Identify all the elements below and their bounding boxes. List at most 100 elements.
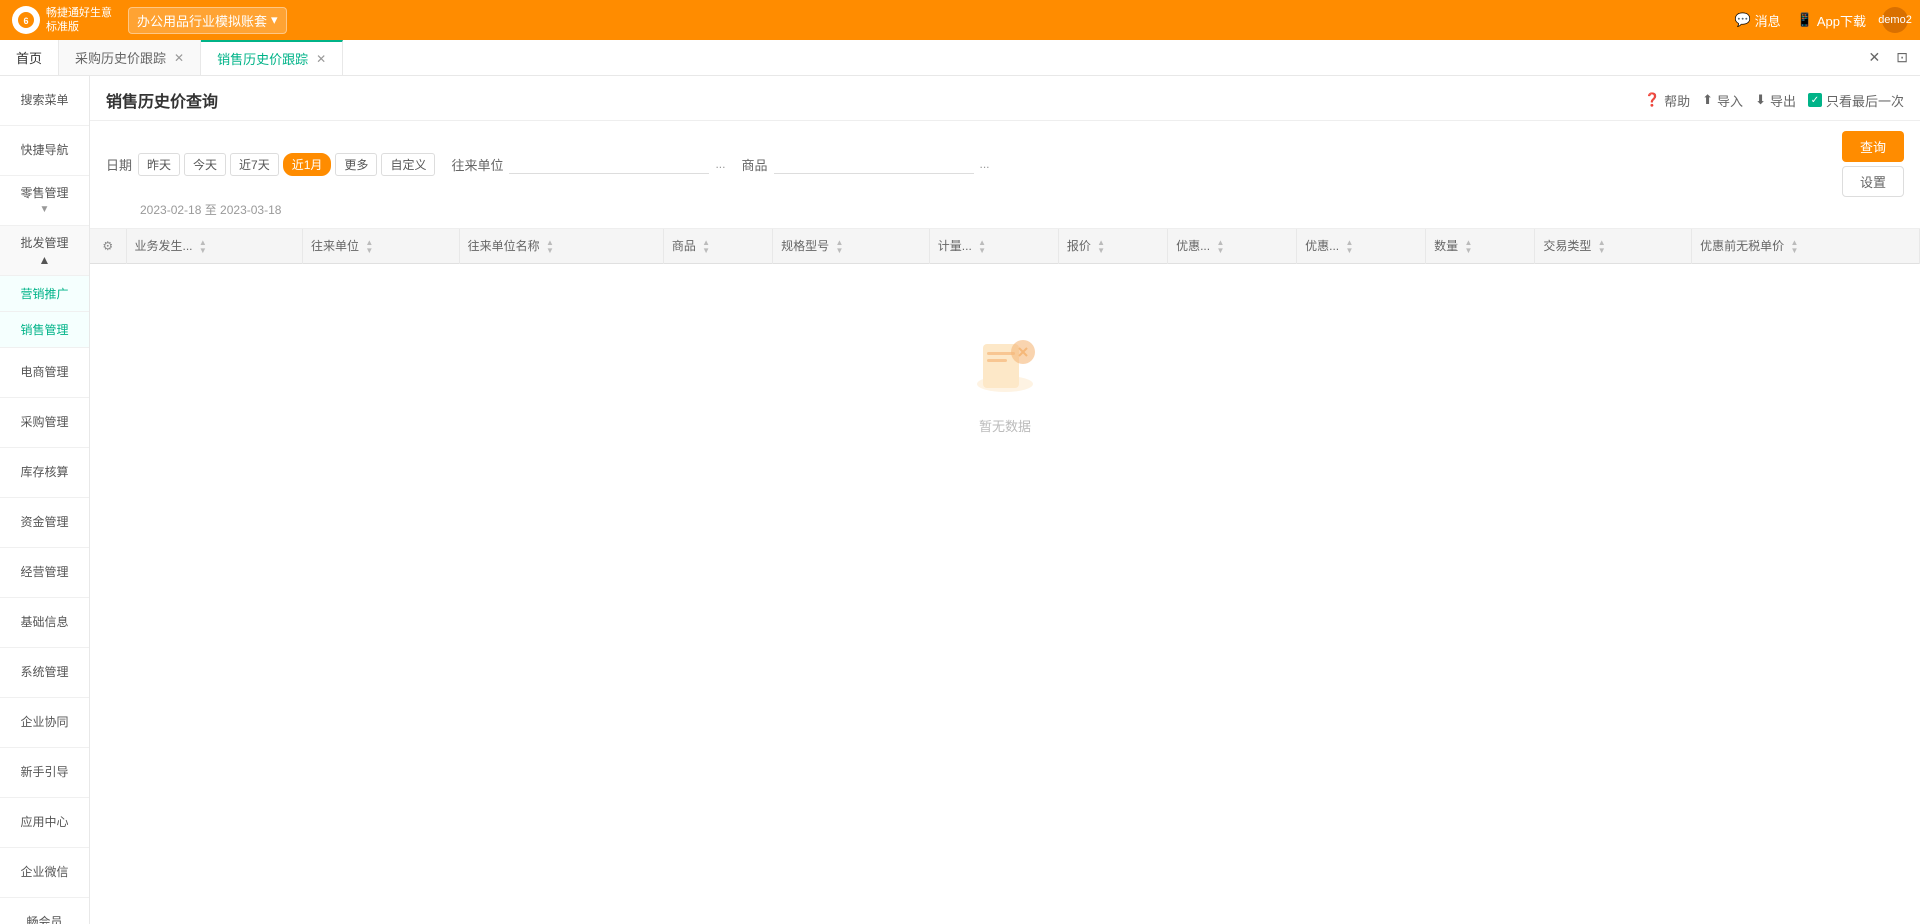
sort-arrows-quote[interactable]: ▲▼ [1097,239,1105,255]
empty-state: 暂无数据 [90,264,1920,495]
table-wrapper: ⚙ 业务发生... ▲▼ 往来单位 ▲▼ 往来单位名称 [90,229,1920,924]
sidebar-item-purchase-mgmt[interactable]: 采购管理 [0,398,89,448]
goods-dots: ... [980,157,990,171]
sidebar-item-sales-mgmt[interactable]: 销售管理 [0,312,89,348]
settings-btn[interactable]: 设置 [1842,166,1904,197]
date-btn-1month[interactable]: 近1月 [283,153,332,176]
th-discount2: 优惠... ▲▼ [1297,229,1426,263]
date-range-text: 2023-02-18 至 2023-03-18 [140,203,281,217]
help-icon: ❓ [1644,92,1660,108]
avatar: demo2 [1882,7,1908,33]
chevron-up-icon: ▲ [39,253,51,267]
sort-arrows-pre-tax-price[interactable]: ▲▼ [1790,239,1798,255]
sort-arrows-spec[interactable]: ▲▼ [835,239,843,255]
sidebar-item-search-menu[interactable]: 搜索菜单 [0,76,89,126]
sidebar-item-app-center[interactable]: 应用中心 [0,798,89,848]
sidebar-item-enterprise-collab[interactable]: 企业协同 [0,698,89,748]
app-dropdown[interactable]: 办公用品行业模拟账套 ▾ [128,7,287,34]
checkbox-icon: ✓ [1808,93,1822,107]
sort-arrows-quantity[interactable]: ▲▼ [1465,239,1473,255]
date-btn-more[interactable]: 更多 [335,153,377,176]
date-buttons: 昨天 今天 近7天 近1月 更多 自定义 [138,153,435,176]
sort-arrows-partner-code[interactable]: ▲▼ [365,239,373,255]
partner-dots: ... [715,157,725,171]
date-btn-yesterday[interactable]: 昨天 [138,153,180,176]
sidebar-item-system-mgmt[interactable]: 系统管理 [0,648,89,698]
only-last-checkbox[interactable]: ✓ 只看最后一次 [1808,91,1904,110]
tab-home[interactable]: 首页 [0,40,59,75]
logo-icon: 6 [12,6,40,34]
empty-text: 暂无数据 [979,416,1031,435]
app-download-btn[interactable]: 📱 App下载 [1797,11,1866,30]
goods-input[interactable] [774,154,974,174]
empty-icon [965,324,1045,404]
date-filter-group: 日期 昨天 今天 近7天 近1月 更多 自定义 [106,153,435,176]
sort-arrows-unit[interactable]: ▲▼ [978,239,986,255]
sort-arrows-discount1[interactable]: ▲▼ [1216,239,1224,255]
sort-arrows-partner-name[interactable]: ▲▼ [546,239,554,255]
action-buttons: 查询 设置 [1842,131,1904,197]
import-icon: ⬆ [1702,92,1713,108]
query-btn[interactable]: 查询 [1842,131,1904,162]
sidebar-item-quick-nav[interactable]: 快捷导航 [0,126,89,176]
header-right: 💬 消息 📱 App下载 demo2 [1734,7,1908,33]
date-btn-custom[interactable]: 自定义 [381,153,435,176]
partner-input[interactable] [509,154,709,174]
sidebar-item-ecommerce-mgmt[interactable]: 电商管理 [0,348,89,398]
sidebar-item-wholesale-mgmt[interactable]: 批发管理 ▲ [0,226,89,276]
logo-area: 6 畅捷通好生意 标准版 [12,6,112,35]
tab-bar: 首页 采购历史价跟踪 ✕ 销售历史价跟踪 ✕ ✕ ⊡ [0,40,1920,76]
sidebar-item-enterprise-wechat[interactable]: 企业微信 [0,848,89,898]
table-settings-icon[interactable]: ⚙ [102,239,113,253]
help-btn[interactable]: ❓ 帮助 [1644,91,1690,110]
export-btn[interactable]: ⬇ 导出 [1755,91,1796,110]
window-max-btn[interactable]: ⊡ [1892,47,1912,68]
tab-sales-history[interactable]: 销售历史价跟踪 ✕ [201,40,343,75]
user-area[interactable]: demo2 [1882,7,1908,33]
sort-arrows-discount2[interactable]: ▲▼ [1345,239,1353,255]
svg-text:6: 6 [23,16,28,26]
sidebar-item-member[interactable]: 畅会员 [0,898,89,924]
sidebar-item-basic-info[interactable]: 基础信息 [0,598,89,648]
goods-label: 商品 [741,155,767,174]
page-container: 销售历史价查询 ❓ 帮助 ⬆ 导入 ⬇ 导出 ✓ [90,76,1920,924]
th-goods: 商品 ▲▼ [663,229,772,263]
goods-filter-group: 商品 ... [741,154,989,174]
filter-area: 日期 昨天 今天 近7天 近1月 更多 自定义 往来单位 [90,121,1920,229]
th-quantity: 数量 ▲▼ [1426,229,1535,263]
top-header: 6 畅捷通好生意 标准版 办公用品行业模拟账套 ▾ 💬 消息 📱 App下载 d… [0,0,1920,40]
window-close-btn[interactable]: ✕ [1865,47,1885,68]
tab-sales-history-close[interactable]: ✕ [316,52,326,66]
sidebar-item-retail-mgmt[interactable]: 零售管理 ▼ [0,176,89,226]
chevron-down-icon: ▼ [40,204,50,215]
main-layout: 搜索菜单 快捷导航 零售管理 ▼ 批发管理 ▲ 营销推广 销售管理 电商管理 采… [0,76,1920,924]
filter-row: 日期 昨天 今天 近7天 近1月 更多 自定义 往来单位 [106,131,1904,197]
th-spec: 规格型号 ▲▼ [773,229,930,263]
page-title: 销售历史价查询 [106,88,218,112]
partner-label: 往来单位 [451,155,503,174]
page-header: 销售历史价查询 ❓ 帮助 ⬆ 导入 ⬇ 导出 ✓ [90,76,1920,121]
content-area: 销售历史价查询 ❓ 帮助 ⬆ 导入 ⬇ 导出 ✓ [90,76,1920,924]
tab-purchase-history[interactable]: 采购历史价跟踪 ✕ [59,40,201,75]
sidebar-item-marketing[interactable]: 营销推广 [0,276,89,312]
sort-arrows-biz-date[interactable]: ▲▼ [199,239,207,255]
sidebar: 搜索菜单 快捷导航 零售管理 ▼ 批发管理 ▲ 营销推广 销售管理 电商管理 采… [0,76,90,924]
download-icon: 📱 [1797,12,1813,28]
message-btn[interactable]: 💬 消息 [1734,11,1780,30]
sort-arrows-goods[interactable]: ▲▼ [702,239,710,255]
date-label: 日期 [106,155,132,174]
sidebar-item-newcomer-guide[interactable]: 新手引导 [0,748,89,798]
sort-arrows-trade-type[interactable]: ▲▼ [1598,239,1606,255]
tab-purchase-history-close[interactable]: ✕ [174,51,184,65]
date-btn-7days[interactable]: 近7天 [230,153,279,176]
sidebar-item-operations-mgmt[interactable]: 经营管理 [0,548,89,598]
header-center: 办公用品行业模拟账套 ▾ [112,7,1734,34]
th-unit: 计量... ▲▼ [929,229,1058,263]
data-table: ⚙ 业务发生... ▲▼ 往来单位 ▲▼ 往来单位名称 [90,229,1920,264]
table-header-row: ⚙ 业务发生... ▲▼ 往来单位 ▲▼ 往来单位名称 [90,229,1920,263]
import-btn[interactable]: ⬆ 导入 [1702,91,1743,110]
th-quote: 报价 ▲▼ [1058,229,1167,263]
sidebar-item-inventory[interactable]: 库存核算 [0,448,89,498]
sidebar-item-finance-mgmt[interactable]: 资金管理 [0,498,89,548]
date-btn-today[interactable]: 今天 [184,153,226,176]
